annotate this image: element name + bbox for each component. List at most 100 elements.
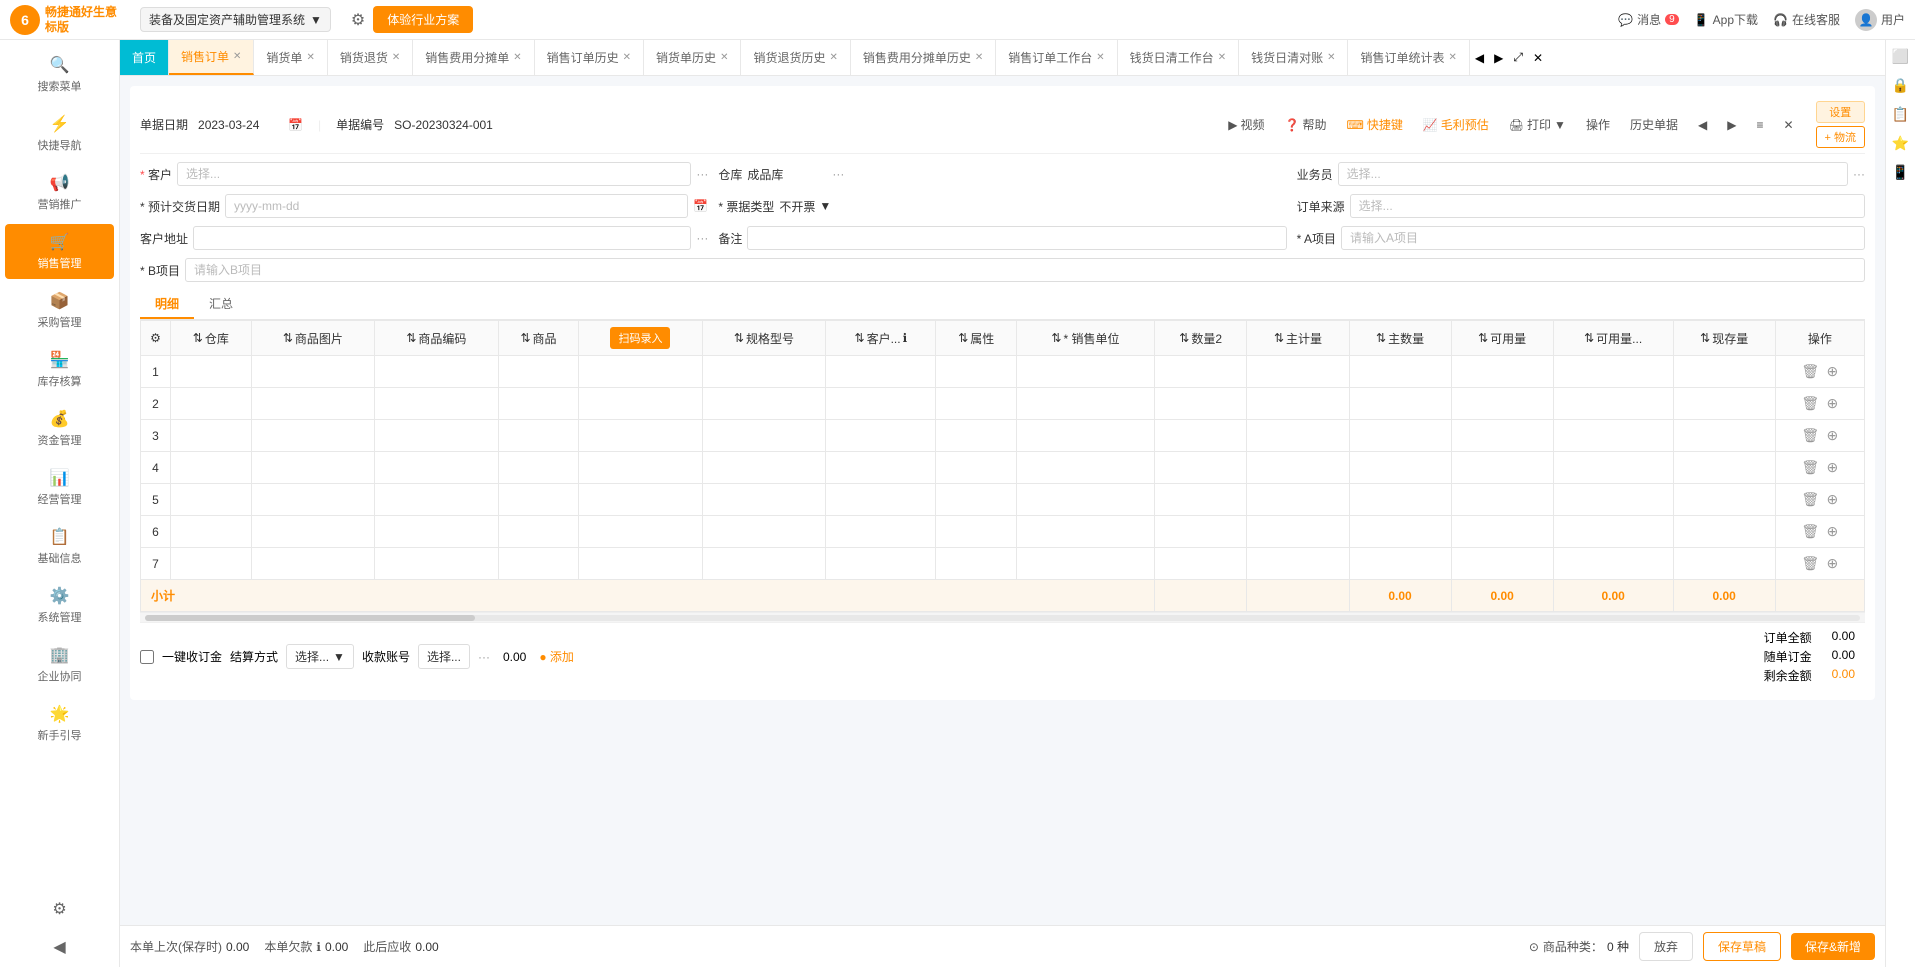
row-attr-4[interactable] (936, 452, 1017, 484)
tab-close-icon[interactable]: ✕ (829, 52, 837, 63)
one-click-checkbox[interactable] (140, 650, 154, 664)
account-dots-btn[interactable]: ··· (478, 650, 490, 664)
tab-summary[interactable]: 汇总 (194, 290, 248, 319)
tab-next-btn[interactable]: ▶ (1489, 51, 1508, 65)
scroll-thumb[interactable] (145, 615, 475, 621)
copy-row-btn[interactable]: ⊕ (1825, 459, 1841, 476)
row-main-qty-2[interactable] (1349, 388, 1451, 420)
tab-detail[interactable]: 明细 (140, 290, 194, 319)
row-warehouse-7[interactable] (171, 548, 252, 580)
row-main-qty-7[interactable] (1349, 548, 1451, 580)
row-attr-5[interactable] (936, 484, 1017, 516)
row-customer-code-1[interactable] (826, 356, 936, 388)
th-available2[interactable]: ⇅可用量... (1553, 321, 1673, 356)
tab-return-history[interactable]: 销货单历史 ✕ (644, 40, 741, 75)
tab-cash-reconcile[interactable]: 钱货日清对账 ✕ (1239, 40, 1348, 75)
address-dots-btn[interactable]: ··· (696, 231, 708, 245)
row-spec-4[interactable] (702, 452, 826, 484)
sidebar-item-inventory[interactable]: 🏪 库存核算 (5, 342, 114, 397)
row-product-code-1[interactable] (375, 356, 499, 388)
row-main-unit-4[interactable] (1247, 452, 1349, 484)
row-sales-unit-1[interactable] (1017, 356, 1155, 388)
calendar-icon[interactable]: 📅 (288, 118, 303, 132)
row-available-7[interactable] (1451, 548, 1553, 580)
delete-row-btn[interactable]: 🗑 (1799, 523, 1821, 540)
help-btn[interactable]: ❓ 帮助 (1279, 114, 1333, 135)
row-product-img-1[interactable] (251, 356, 375, 388)
save-draft-button[interactable]: 保存草稿 (1703, 932, 1781, 961)
row-main-unit-3[interactable] (1247, 420, 1349, 452)
tab-order-history[interactable]: 销售订单历史 ✕ (535, 40, 644, 75)
row-main-unit-6[interactable] (1247, 516, 1349, 548)
row-qty2-1[interactable] (1154, 356, 1247, 388)
tab-close-icon[interactable]: ✕ (1449, 52, 1457, 63)
b-project-input[interactable] (185, 258, 1865, 282)
tab-prev-btn[interactable]: ◀ (1470, 51, 1489, 65)
row-qty2-4[interactable] (1154, 452, 1247, 484)
row-main-unit-5[interactable] (1247, 484, 1349, 516)
tab-sales-stats[interactable]: 销售订单统计表 ✕ (1348, 40, 1469, 75)
row-sales-unit-3[interactable] (1017, 420, 1155, 452)
th-warehouse[interactable]: ⇅仓库 (171, 321, 252, 356)
delivery-input[interactable] (225, 194, 688, 218)
next-doc-btn[interactable]: ▶ (1721, 116, 1742, 134)
row-product-code-4[interactable] (375, 452, 499, 484)
sidebar-item-search[interactable]: 🔍 搜索菜单 (5, 47, 114, 102)
staff-input[interactable] (1338, 162, 1848, 186)
row-current-stock-4[interactable] (1673, 452, 1775, 484)
tab-sales-order[interactable]: 销售订单 ✕ (169, 40, 254, 75)
sidebar-item-marketing[interactable]: 📢 营销推广 (5, 165, 114, 220)
th-current-stock[interactable]: ⇅现存量 (1673, 321, 1775, 356)
scan-entry-btn[interactable]: 扫码录入 (610, 327, 670, 349)
invoice-select[interactable]: 不开票 ▼ (779, 198, 831, 215)
row-available2-4[interactable] (1553, 452, 1673, 484)
calendar2-icon[interactable]: 📅 (693, 199, 708, 213)
row-main-unit-2[interactable] (1247, 388, 1349, 420)
copy-row-btn[interactable]: ⊕ (1825, 427, 1841, 444)
row-warehouse-2[interactable] (171, 388, 252, 420)
row-scan-1[interactable] (579, 356, 702, 388)
row-product-code-7[interactable] (375, 548, 499, 580)
row-current-stock-1[interactable] (1673, 356, 1775, 388)
sidebar-item-basic-info[interactable]: 📋 基础信息 (5, 519, 114, 574)
row-main-qty-1[interactable] (1349, 356, 1451, 388)
row-available2-1[interactable] (1553, 356, 1673, 388)
prev-doc-btn[interactable]: ◀ (1692, 116, 1713, 134)
row-available-3[interactable] (1451, 420, 1553, 452)
row-current-stock-3[interactable] (1673, 420, 1775, 452)
row-product-code-6[interactable] (375, 516, 499, 548)
sidebar-settings-btn[interactable]: ⚙ (5, 891, 114, 927)
row-spec-1[interactable] (702, 356, 826, 388)
tab-refund-history[interactable]: 销货退货历史 ✕ (741, 40, 850, 75)
message-item[interactable]: 💬 消息 9 (1618, 11, 1679, 28)
list-view-btn[interactable]: ≡ (1750, 116, 1769, 134)
tab-expand-btn[interactable]: ⤢ (1508, 50, 1528, 65)
row-available-6[interactable] (1451, 516, 1553, 548)
sidebar-item-operations[interactable]: 📊 经营管理 (5, 460, 114, 515)
row-product-img-5[interactable] (251, 484, 375, 516)
row-spec-3[interactable] (702, 420, 826, 452)
row-warehouse-5[interactable] (171, 484, 252, 516)
staff-dots-btn[interactable]: ··· (1853, 167, 1865, 181)
th-settings[interactable]: ⚙ (141, 321, 171, 356)
row-scan-4[interactable] (579, 452, 702, 484)
row-product-img-4[interactable] (251, 452, 375, 484)
copy-row-btn[interactable]: ⊕ (1825, 555, 1841, 572)
row-product-code-5[interactable] (375, 484, 499, 516)
th-product-img[interactable]: ⇅商品图片 (251, 321, 375, 356)
sidebar-item-guide[interactable]: 🌟 新手引导 (5, 696, 114, 751)
row-attr-1[interactable] (936, 356, 1017, 388)
row-scan-7[interactable] (579, 548, 702, 580)
row-spec-7[interactable] (702, 548, 826, 580)
right-panel-icon-2[interactable]: 🔒 (1892, 77, 1909, 94)
tab-home[interactable]: 首页 (120, 40, 169, 75)
tab-close-icon[interactable]: ✕ (720, 52, 728, 63)
account-select[interactable]: 选择... (418, 644, 470, 669)
sidebar-item-finance[interactable]: 💰 资金管理 (5, 401, 114, 456)
row-current-stock-2[interactable] (1673, 388, 1775, 420)
row-main-qty-3[interactable] (1349, 420, 1451, 452)
row-sales-unit-7[interactable] (1017, 548, 1155, 580)
sidebar-item-purchase[interactable]: 📦 采购管理 (5, 283, 114, 338)
row-customer-code-4[interactable] (826, 452, 936, 484)
print-btn[interactable]: 🖨 打印 ▼ (1503, 114, 1572, 135)
